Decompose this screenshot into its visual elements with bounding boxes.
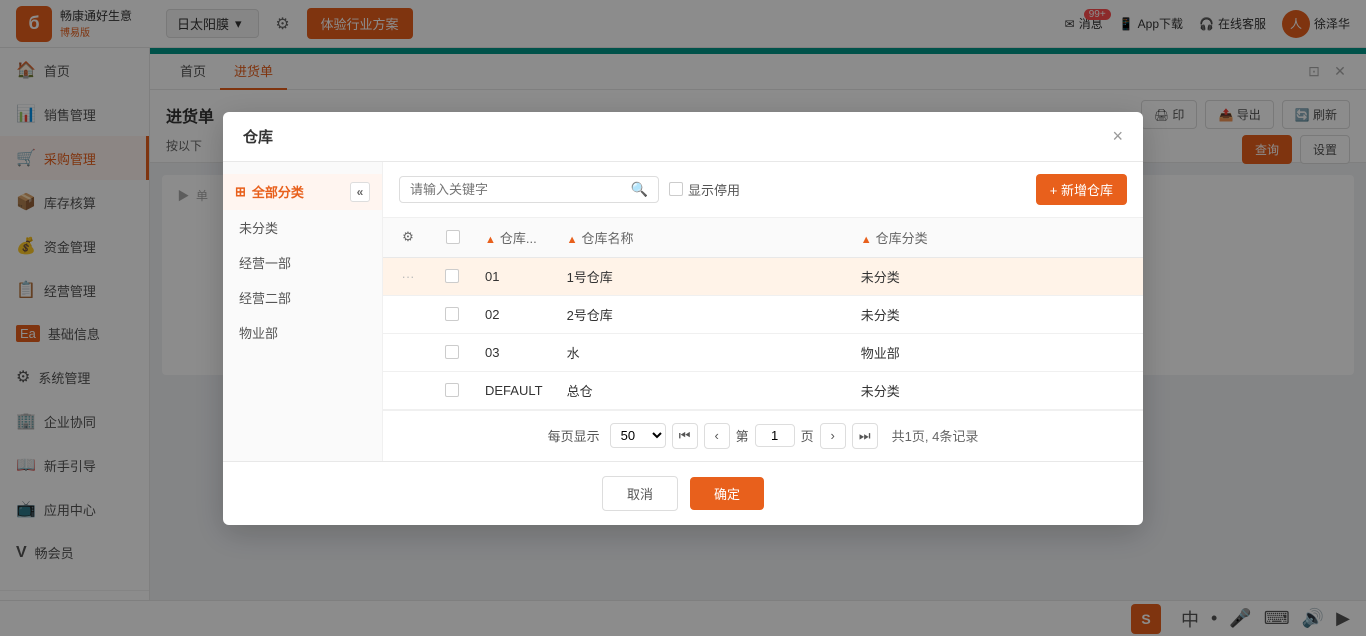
search-input[interactable] — [410, 182, 631, 197]
check-col-header[interactable] — [433, 218, 473, 258]
modal-close-btn[interactable]: × — [1112, 126, 1123, 147]
search-box[interactable]: 🔍 — [399, 176, 659, 203]
category-sidebar: ⊞ 全部分类 « 未分类 经营一部 经营二部 物业部 — [223, 162, 383, 461]
last-page-btn[interactable]: ⏭ — [852, 423, 878, 449]
table-toolbar: 🔍 显示停用 + 新增仓库 — [383, 162, 1143, 218]
category-col-header[interactable]: ▲仓库分类 — [849, 218, 1143, 258]
row-name-cell: 1号仓库 — [555, 257, 849, 295]
warehouse-modal: 仓库 × ⊞ 全部分类 « 未分类 经营一部 经营二部 物业部 — [223, 112, 1143, 525]
table-row[interactable]: 03 水 物业部 — [383, 333, 1143, 371]
per-page-select[interactable]: 50 10 20 100 — [610, 423, 666, 448]
table-header-row: ⚙ ▲仓库... ▲仓库名称 — [383, 218, 1143, 258]
pagination-bar: 每页显示 50 10 20 100 ⏮ ‹ 第 页 › ⏭ 共1页, 4条记录 — [383, 410, 1143, 461]
row-name-cell: 总仓 — [555, 371, 849, 409]
modal-footer: 取消 确定 — [223, 461, 1143, 525]
modal-overlay: 仓库 × ⊞ 全部分类 « 未分类 经营一部 经营二部 物业部 — [0, 0, 1366, 636]
inactive-checkbox[interactable] — [669, 182, 683, 196]
next-page-btn[interactable]: › — [820, 423, 846, 449]
show-inactive-toggle[interactable]: 显示停用 — [669, 180, 740, 199]
code-col-header[interactable]: ▲仓库... — [473, 218, 555, 258]
sort-icon-cat: ▲ — [861, 234, 872, 246]
row-category-cell: 未分类 — [849, 371, 1143, 409]
category-header[interactable]: ⊞ 全部分类 « — [223, 174, 382, 210]
settings-col-header[interactable]: ⚙ — [383, 218, 433, 258]
page-unit-label: 页 — [801, 426, 814, 445]
row-name-cell: 2号仓库 — [555, 295, 849, 333]
row-actions[interactable]: ··· — [383, 257, 433, 295]
page-text-label: 第 — [736, 426, 749, 445]
row-select-cell[interactable] — [433, 371, 473, 409]
row-num-cell: 03 — [473, 333, 555, 371]
collapse-category-btn[interactable]: « — [350, 182, 370, 202]
search-icon[interactable]: 🔍 — [631, 181, 648, 198]
page-total-text: 共1页, 4条记录 — [892, 426, 979, 445]
row-num-cell: 02 — [473, 295, 555, 333]
row-category-cell: 未分类 — [849, 295, 1143, 333]
grid-icon: ⊞ — [235, 184, 246, 200]
row-select-cell[interactable] — [433, 295, 473, 333]
row-actions[interactable] — [383, 333, 433, 371]
table-head: ⚙ ▲仓库... ▲仓库名称 — [383, 218, 1143, 258]
row-actions[interactable] — [383, 295, 433, 333]
row-checkbox[interactable] — [445, 307, 459, 321]
row-num-cell: DEFAULT — [473, 371, 555, 409]
warehouse-table: ⚙ ▲仓库... ▲仓库名称 — [383, 218, 1143, 410]
show-inactive-label: 显示停用 — [688, 180, 740, 199]
row-num-cell: 01 — [473, 257, 555, 295]
name-col-header[interactable]: ▲仓库名称 — [555, 218, 849, 258]
row-checkbox[interactable] — [445, 269, 459, 283]
category-item-uncategorized[interactable]: 未分类 — [223, 210, 382, 245]
warehouse-table-area: 🔍 显示停用 + 新增仓库 ⚙ — [383, 162, 1143, 461]
category-item-dept1[interactable]: 经营一部 — [223, 245, 382, 280]
row-category-cell: 未分类 — [849, 257, 1143, 295]
confirm-button[interactable]: 确定 — [690, 477, 764, 510]
modal-title: 仓库 — [243, 126, 273, 147]
row-more-icon[interactable]: ··· — [402, 269, 415, 284]
row-select-cell[interactable] — [433, 333, 473, 371]
row-name-cell: 水 — [555, 333, 849, 371]
modal-header: 仓库 × — [223, 112, 1143, 162]
table-scroll: ⚙ ▲仓库... ▲仓库名称 — [383, 218, 1143, 410]
add-warehouse-btn[interactable]: + 新增仓库 — [1036, 174, 1127, 205]
table-row[interactable]: ··· 01 1号仓库 未分类 — [383, 257, 1143, 295]
prev-page-btn[interactable]: ‹ — [704, 423, 730, 449]
category-item-dept2[interactable]: 经营二部 — [223, 280, 382, 315]
row-checkbox[interactable] — [445, 345, 459, 359]
modal-body: ⊞ 全部分类 « 未分类 经营一部 经营二部 物业部 🔍 — [223, 162, 1143, 461]
sort-icon-name: ▲ — [567, 234, 578, 246]
table-row[interactable]: DEFAULT 总仓 未分类 — [383, 371, 1143, 409]
select-all-checkbox[interactable] — [446, 230, 460, 244]
per-page-label: 每页显示 — [548, 426, 600, 445]
sort-icon: ▲ — [485, 234, 496, 246]
category-all-label: 全部分类 — [252, 182, 304, 201]
row-select-cell[interactable] — [433, 257, 473, 295]
table-body: ··· 01 1号仓库 未分类 — [383, 257, 1143, 409]
row-checkbox[interactable] — [445, 383, 459, 397]
category-item-property[interactable]: 物业部 — [223, 315, 382, 350]
table-row[interactable]: 02 2号仓库 未分类 — [383, 295, 1143, 333]
row-category-cell: 物业部 — [849, 333, 1143, 371]
row-actions[interactable] — [383, 371, 433, 409]
first-page-btn[interactable]: ⏮ — [672, 423, 698, 449]
cancel-button[interactable]: 取消 — [602, 476, 678, 511]
page-number-input[interactable] — [755, 424, 795, 447]
